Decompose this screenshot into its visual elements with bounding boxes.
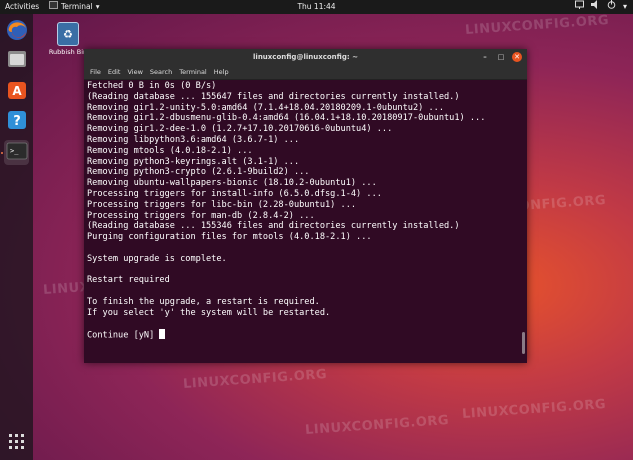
activities-button[interactable]: Activities [5, 0, 39, 14]
terminal-line: If you select 'y' the system will be res… [87, 308, 518, 319]
terminal-output[interactable]: Fetched 0 B in 0s (0 B/s) (Reading databa… [87, 81, 518, 361]
terminal-line-text: Processing triggers for libc-bin (2.28-0… [87, 199, 357, 210]
dock: A ? >_ [0, 14, 33, 460]
system-tray[interactable]: ▾ [574, 0, 627, 14]
software-icon: A [6, 79, 28, 105]
terminal-line: Removing python3-keyrings.alt (3.1-1) ..… [87, 157, 518, 168]
text-cursor [159, 329, 165, 339]
recycle-bin-icon: ♻ [57, 22, 79, 46]
terminal-line-text: Removing libpython3.6:amd64 (3.6.7-1) ..… [87, 134, 300, 145]
terminal-line: Removing ubuntu-wallpapers-bionic (18.10… [87, 178, 518, 189]
terminal-menubar: File Edit View Search Terminal Help [84, 66, 527, 80]
terminal-line: Processing triggers for man-db (2.8.4-2)… [87, 211, 518, 222]
terminal-line: Processing triggers for libc-bin (2.28-0… [87, 200, 518, 211]
app-menu[interactable]: Terminal ▾ [49, 0, 99, 14]
svg-text:>_: >_ [10, 147, 19, 155]
window-title: linuxconfig@linuxconfig: ~ [253, 53, 358, 61]
dock-item-firefox[interactable] [4, 19, 29, 44]
terminal-line-text: Removing gir1.2-dbusmenu-glib-0.4:amd64 … [87, 113, 486, 124]
minimize-button[interactable]: – [480, 52, 490, 62]
terminal-line: Removing mtools (4.0.18-2.1) ... [87, 146, 518, 157]
terminal-line: Processing triggers for install-info (6.… [87, 189, 518, 200]
terminal-line: (Reading database ... 155647 files and d… [87, 92, 518, 103]
terminal-line-text: Removing mtools (4.0.18-2.1) ... [87, 145, 253, 156]
menu-edit[interactable]: Edit [108, 66, 121, 79]
terminal-line-text: Removing gir1.2-unity-5.0:amd64 (7.1.4+1… [87, 102, 444, 113]
dock-item-help[interactable]: ? [4, 109, 29, 134]
volume-icon [590, 0, 600, 14]
watermark: LINUXCONFIG.ORG [464, 12, 610, 39]
terminal-line-text: Removing python3-crypto (2.6.1-9build2) … [87, 167, 310, 178]
terminal-line-text: Processing triggers for man-db (2.8.4-2)… [87, 210, 315, 221]
terminal-icon: >_ [6, 141, 28, 165]
window-controls: – □ ✕ [480, 52, 522, 62]
menu-search[interactable]: Search [150, 66, 172, 79]
chevron-down-icon: ▾ [95, 2, 100, 11]
network-icon [574, 0, 584, 14]
terminal-line: Fetched 0 B in 0s (0 B/s) [87, 81, 518, 92]
svg-text:?: ? [13, 114, 21, 129]
dock-item-software[interactable]: A [4, 79, 29, 104]
terminal-line: (Reading database ... 155346 files and d… [87, 221, 518, 232]
clock[interactable]: Thu 11:44 [297, 0, 335, 14]
menu-view[interactable]: View [127, 66, 142, 79]
show-applications-button[interactable] [4, 431, 29, 456]
top-panel: Activities Terminal ▾ Thu 11:44 ▾ [0, 0, 633, 14]
help-icon: ? [6, 109, 28, 135]
terminal-scrollbar[interactable] [522, 332, 525, 354]
terminal-line-text: Removing gir1.2-dee-1.0 (1.2.7+17.10.201… [87, 124, 393, 135]
power-icon [607, 0, 616, 14]
terminal-line: Restart required [87, 275, 518, 286]
terminal-line-text: System upgrade is complete. [87, 253, 227, 264]
terminal-line-text: Continue [yN] [87, 330, 160, 341]
terminal-line-text: (Reading database ... 155647 files and d… [87, 91, 460, 102]
watermark: LINUXCONFIG.ORG [182, 366, 328, 393]
terminal-app-icon [49, 0, 58, 14]
terminal-line: Removing python3-crypto (2.6.1-9build2) … [87, 167, 518, 178]
dock-item-terminal[interactable]: >_ [4, 140, 29, 165]
watermark: LINUXCONFIG.ORG [304, 412, 450, 439]
terminal-line: Continue [yN] [87, 329, 518, 341]
terminal-line: Removing libpython3.6:amd64 (3.6.7-1) ..… [87, 135, 518, 146]
terminal-line-text: Removing ubuntu-wallpapers-bionic (18.10… [87, 178, 377, 189]
tray-chevron-down-icon: ▾ [622, 2, 627, 11]
terminal-line: Removing gir1.2-unity-5.0:amd64 (7.1.4+1… [87, 103, 518, 114]
terminal-line-text: Purging configuration files for mtools (… [87, 232, 372, 243]
menu-help[interactable]: Help [214, 66, 229, 79]
dock-item-files[interactable] [4, 48, 29, 73]
terminal-line-text: Restart required [87, 275, 170, 286]
terminal-line: System upgrade is complete. [87, 254, 518, 265]
terminal-window[interactable]: linuxconfig@linuxconfig: ~ – □ ✕ File Ed… [84, 49, 527, 363]
terminal-line-text: To finish the upgrade, a restart is requ… [87, 296, 320, 307]
terminal-line-text: If you select 'y' the system will be res… [87, 307, 331, 318]
app-menu-label: Terminal [61, 2, 93, 11]
terminal-line-text: (Reading database ... 155346 files and d… [87, 221, 460, 232]
terminal-line-text: Processing triggers for install-info (6.… [87, 188, 382, 199]
watermark: LINUXCONFIG.ORG [461, 396, 607, 423]
firefox-icon [6, 19, 28, 45]
running-indicator [1, 152, 3, 154]
terminal-line-text: Fetched 0 B in 0s (0 B/s) [87, 81, 217, 91]
files-icon [6, 48, 28, 74]
terminal-line: Purging configuration files for mtools (… [87, 232, 518, 243]
menu-terminal[interactable]: Terminal [179, 66, 206, 79]
maximize-button[interactable]: □ [496, 52, 506, 62]
menu-file[interactable]: File [90, 66, 101, 79]
window-titlebar[interactable]: linuxconfig@linuxconfig: ~ – □ ✕ [84, 49, 527, 66]
terminal-line-text: Removing python3-keyrings.alt (3.1-1) ..… [87, 156, 300, 167]
terminal-line: Removing gir1.2-dbusmenu-glib-0.4:amd64 … [87, 113, 518, 124]
terminal-line: To finish the upgrade, a restart is requ… [87, 297, 518, 308]
close-button[interactable]: ✕ [512, 52, 522, 62]
show-applications-icon [8, 433, 25, 454]
terminal-line: Removing gir1.2-dee-1.0 (1.2.7+17.10.201… [87, 124, 518, 135]
svg-text:A: A [12, 84, 22, 98]
